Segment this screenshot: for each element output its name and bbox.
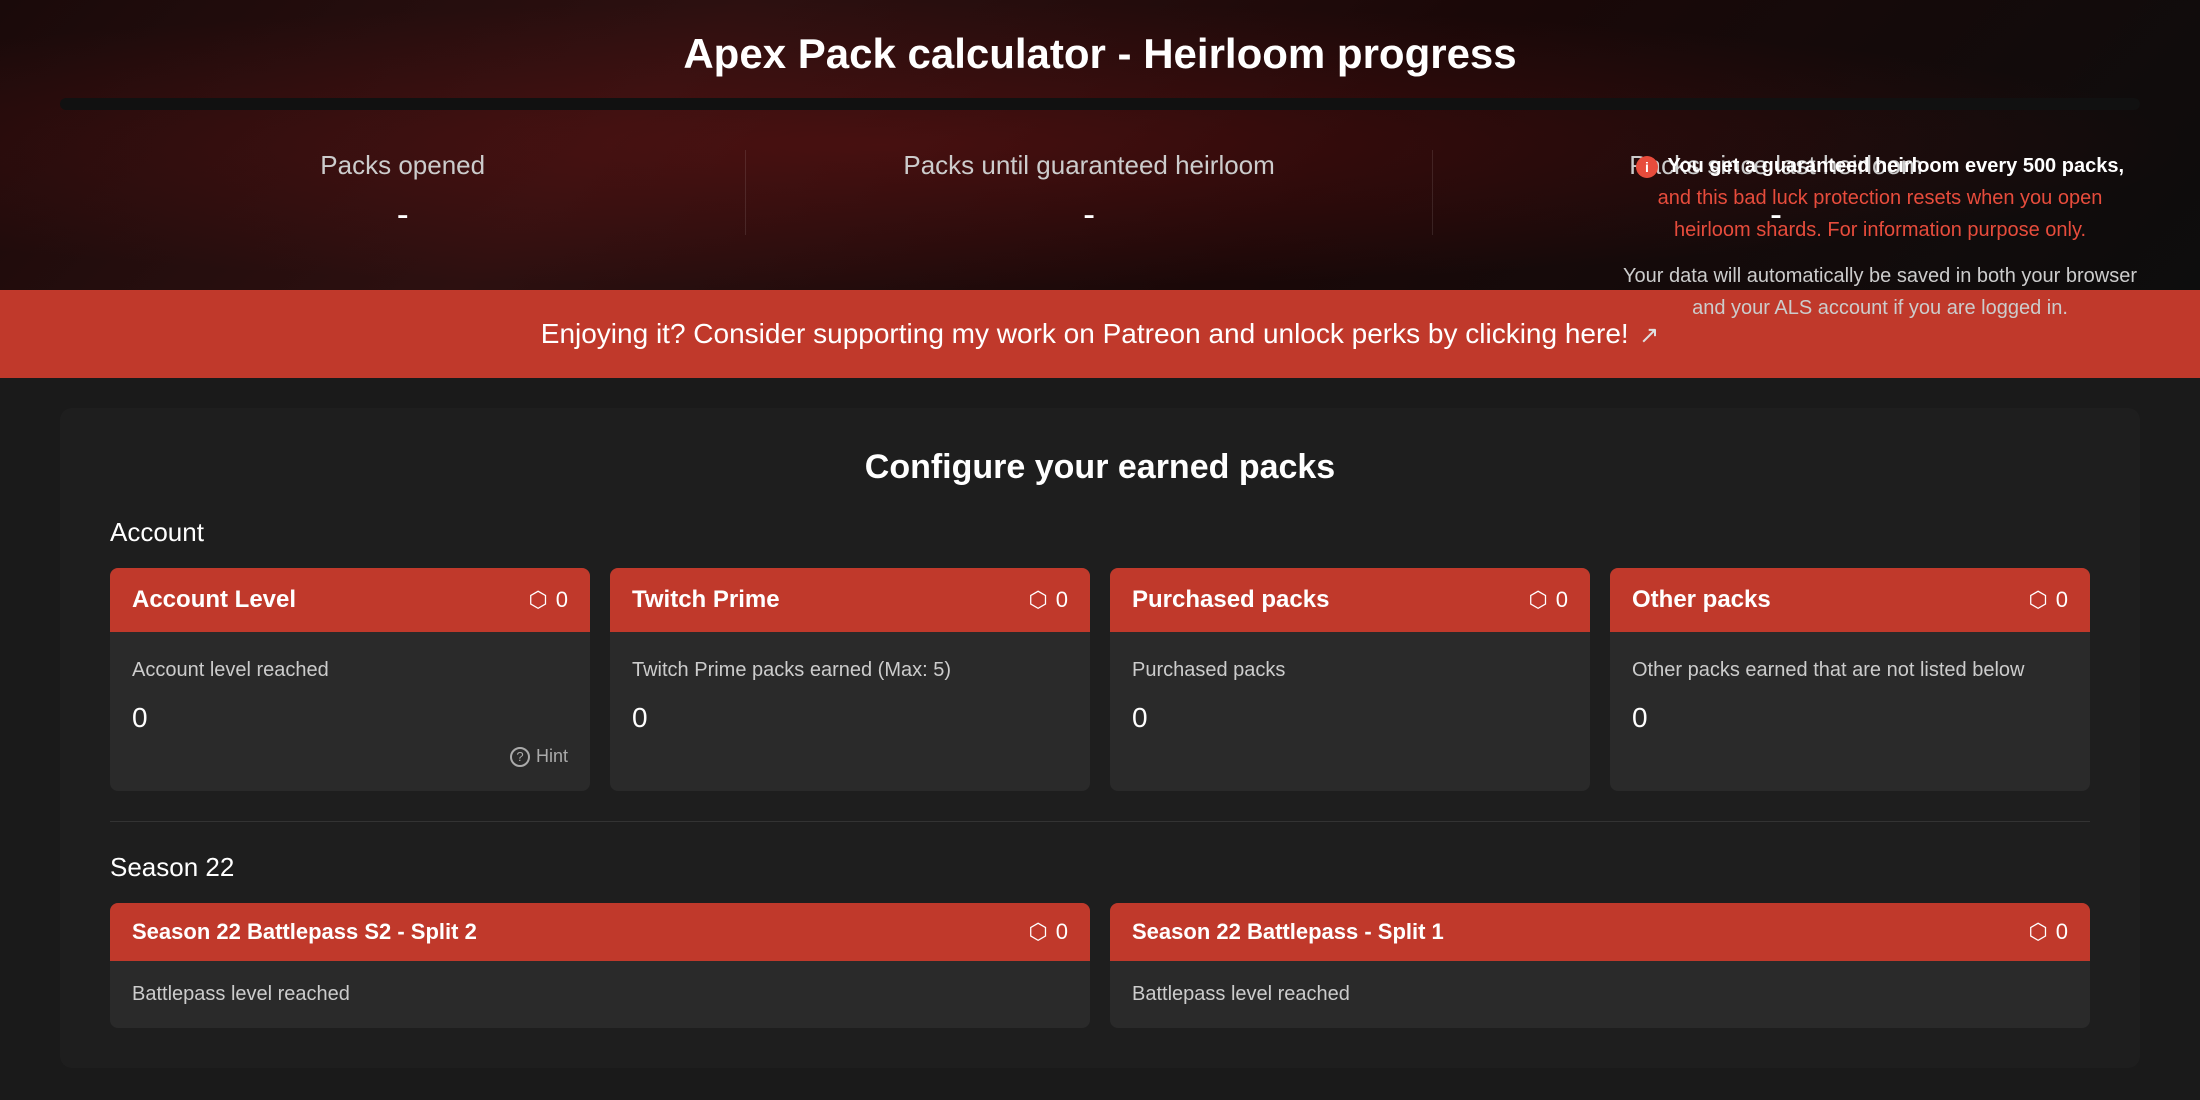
- stat-packs-until-value: -: [766, 193, 1411, 235]
- season-card-s2-split2-count: ⬡ 0: [1029, 919, 1068, 945]
- card-purchased-packs: Purchased packs ⬡ 0 Purchased packs 0: [1110, 568, 1590, 791]
- stats-row: Packs opened - Packs until guaranteed he…: [60, 150, 2140, 235]
- season-section-label: Season 22: [110, 852, 2090, 883]
- pack-icon-twitch: ⬡: [1029, 587, 1048, 613]
- season-card-s2-split2-title: Season 22 Battlepass S2 - Split 2: [132, 919, 477, 945]
- pack-icon-account-level: ⬡: [529, 587, 548, 613]
- other-packs-value: 0: [1632, 702, 2068, 734]
- page-title: Apex Pack calculator - Heirloom progress: [60, 30, 2140, 78]
- purchased-packs-description: Purchased packs: [1132, 656, 1568, 684]
- season-card-s1-count: ⬡ 0: [2029, 919, 2068, 945]
- info-icon: i: [1636, 156, 1658, 178]
- card-twitch-prime-title: Twitch Prime: [632, 586, 780, 614]
- card-account-level: Account Level ⬡ 0 Account level reached …: [110, 568, 590, 791]
- card-twitch-prime-count: ⬡ 0: [1029, 587, 1068, 613]
- section-divider: [110, 821, 2090, 822]
- purchased-packs-pack-count: 0: [1556, 587, 1568, 613]
- hint-label: Hint: [536, 746, 568, 767]
- account-level-description: Account level reached: [132, 656, 568, 684]
- card-purchased-packs-body: Purchased packs 0: [1110, 632, 1590, 758]
- stat-packs-until: Packs until guaranteed heirloom -: [746, 150, 1432, 235]
- info-bold: You get a guaranteed heirloom every 500 …: [1668, 155, 2124, 177]
- main-wrapper: Apex Pack calculator - Heirloom progress…: [0, 0, 2200, 1068]
- twitch-prime-pack-count: 0: [1056, 587, 1068, 613]
- card-account-level-header: Account Level ⬡ 0: [110, 568, 590, 632]
- info-red-text: and this bad luck protection resets when…: [1658, 187, 2103, 241]
- pack-icon-other: ⬡: [2029, 587, 2048, 613]
- hero-section: Apex Pack calculator - Heirloom progress…: [0, 0, 2200, 290]
- configure-section: Configure your earned packs Account Acco…: [60, 408, 2140, 1068]
- season-cards-row: Season 22 Battlepass S2 - Split 2 ⬡ 0 Ba…: [110, 903, 2090, 1028]
- account-level-pack-count: 0: [556, 587, 568, 613]
- card-other-packs-title: Other packs: [1632, 586, 1771, 614]
- card-other-packs-count: ⬡ 0: [2029, 587, 2068, 613]
- info-box-text: i You get a guaranteed heirloom every 50…: [1620, 150, 2140, 246]
- stat-packs-opened-label: Packs opened: [80, 150, 725, 181]
- card-account-level-count: ⬡ 0: [529, 587, 568, 613]
- card-twitch-prime-header: Twitch Prime ⬡ 0: [610, 568, 1090, 632]
- stat-packs-until-label: Packs until guaranteed heirloom: [766, 150, 1411, 181]
- card-other-packs: Other packs ⬡ 0 Other packs earned that …: [1610, 568, 2090, 791]
- card-twitch-prime: Twitch Prime ⬡ 0 Twitch Prime packs earn…: [610, 568, 1090, 791]
- other-packs-description: Other packs earned that are not listed b…: [1632, 656, 2068, 684]
- stat-packs-opened-value: -: [80, 193, 725, 235]
- other-packs-pack-count: 0: [2056, 587, 2068, 613]
- patreon-text: Enjoying it? Consider supporting my work…: [541, 318, 1629, 349]
- card-purchased-packs-title: Purchased packs: [1132, 586, 1329, 614]
- card-other-packs-header: Other packs ⬡ 0: [1610, 568, 2090, 632]
- configure-title: Configure your earned packs: [110, 448, 2090, 487]
- season-s2-split2-description: Battlepass level reached: [132, 983, 1068, 1006]
- pack-icon-s1: ⬡: [2029, 919, 2048, 945]
- account-cards-row: Account Level ⬡ 0 Account level reached …: [110, 568, 2090, 791]
- season-card-s2-split2: Season 22 Battlepass S2 - Split 2 ⬡ 0 Ba…: [110, 903, 1090, 1028]
- account-section-label: Account: [110, 517, 2090, 548]
- stat-packs-opened: Packs opened -: [60, 150, 746, 235]
- card-purchased-packs-count: ⬡ 0: [1529, 587, 1568, 613]
- card-other-packs-body: Other packs earned that are not listed b…: [1610, 632, 2090, 758]
- twitch-prime-value: 0: [632, 702, 1068, 734]
- twitch-prime-description: Twitch Prime packs earned (Max: 5): [632, 656, 1068, 684]
- hint-icon: ?: [510, 747, 530, 767]
- pack-icon-purchased: ⬡: [1529, 587, 1548, 613]
- progress-bar-container: [60, 98, 2140, 110]
- season-s2-split2-pack-count: 0: [1056, 919, 1068, 945]
- season-card-s1-title: Season 22 Battlepass - Split 1: [1132, 919, 1444, 945]
- card-twitch-prime-body: Twitch Prime packs earned (Max: 5) 0: [610, 632, 1090, 758]
- season-card-s2-split2-header: Season 22 Battlepass S2 - Split 2 ⬡ 0: [110, 903, 1090, 961]
- pack-icon-s2-split2: ⬡: [1029, 919, 1048, 945]
- hint-row: ? Hint: [132, 746, 568, 767]
- card-account-level-body: Account level reached 0 ? Hint: [110, 632, 590, 791]
- info-box: i You get a guaranteed heirloom every 50…: [1620, 150, 2140, 324]
- card-purchased-packs-header: Purchased packs ⬡ 0: [1110, 568, 1590, 632]
- season-card-s1: Season 22 Battlepass - Split 1 ⬡ 0 Battl…: [1110, 903, 2090, 1028]
- season-card-s2-split2-body: Battlepass level reached: [110, 961, 1090, 1028]
- card-account-level-title: Account Level: [132, 586, 296, 614]
- season-s1-pack-count: 0: [2056, 919, 2068, 945]
- season-s1-description: Battlepass level reached: [1132, 983, 2068, 1006]
- season-card-s1-body: Battlepass level reached: [1110, 961, 2090, 1028]
- hint-button[interactable]: ? Hint: [510, 746, 568, 767]
- season-card-s1-header: Season 22 Battlepass - Split 1 ⬡ 0: [1110, 903, 2090, 961]
- info-body-text: Your data will automatically be saved in…: [1620, 260, 2140, 324]
- purchased-packs-value: 0: [1132, 702, 1568, 734]
- external-link-icon: ↗: [1639, 321, 1659, 350]
- account-level-value: 0: [132, 702, 568, 734]
